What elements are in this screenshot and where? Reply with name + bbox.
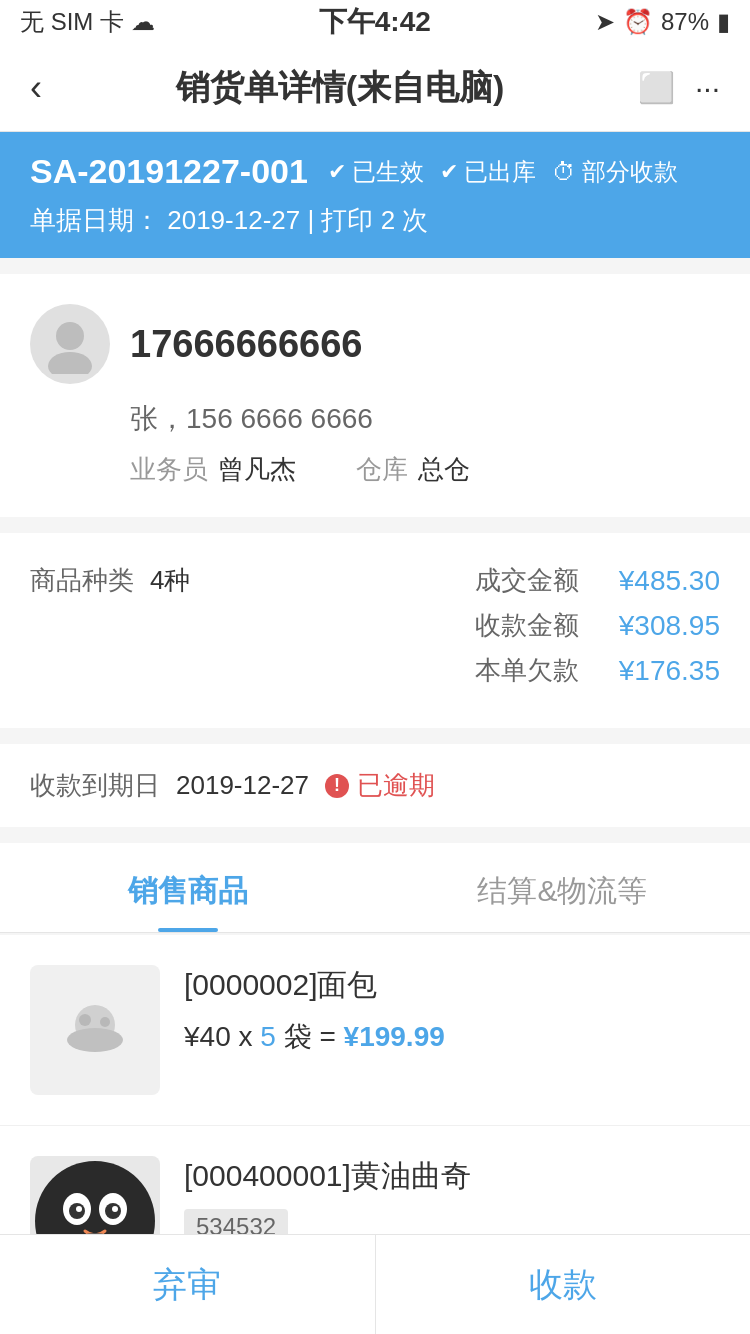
tag-partial-label: 部分收款	[582, 156, 678, 188]
product-price-1: ¥40	[184, 1021, 231, 1052]
check-icon-1: ✔	[328, 159, 346, 185]
due-section: 收款到期日 2019-12-27 ! 已逾期	[0, 744, 750, 827]
tag-effective-label: 已生效	[352, 156, 424, 188]
product-name-2: [000400001]黄油曲奇	[184, 1156, 720, 1197]
stats-section: 商品种类 4种 成交金额 ¥485.30 收款金额 ¥308.95 本单欠款 ¥…	[0, 533, 750, 728]
overdue-badge: ! 已逾期	[325, 768, 435, 803]
location-icon: ➤	[595, 8, 615, 36]
confirm-button[interactable]: 收款	[376, 1235, 751, 1334]
status-time: 下午4:42	[319, 3, 431, 41]
customer-phone: 17666666666	[130, 323, 362, 366]
salesperson-label: 业务员	[130, 452, 208, 487]
product-equals-1: =	[319, 1021, 343, 1052]
warehouse-value: 总仓	[418, 452, 470, 487]
battery-icon: ▮	[717, 8, 730, 36]
category-value: 4种	[150, 563, 190, 598]
customer-name: 张，156 6666 6666	[30, 400, 720, 438]
product-total-1: ¥199.99	[344, 1021, 445, 1052]
stats-left: 商品种类 4种	[30, 563, 190, 606]
product-info-1: [0000002]面包 ¥40 x 5 袋 = ¥199.99	[184, 965, 720, 1056]
customer-meta: 业务员 曾凡杰 仓库 总仓	[30, 452, 720, 487]
svg-point-3	[67, 1028, 123, 1052]
table-row: [0000002]面包 ¥40 x 5 袋 = ¥199.99	[0, 935, 750, 1126]
overdue-label: 已逾期	[357, 768, 435, 803]
svg-point-12	[112, 1206, 118, 1212]
tag-shipped: ✔ 已出库	[440, 156, 536, 188]
cancel-button[interactable]: 弃审	[0, 1235, 376, 1334]
order-date-row: 单据日期： 2019-12-27 | 打印 2 次	[30, 203, 720, 238]
category-label: 商品种类	[30, 563, 134, 598]
category-row: 商品种类 4种	[30, 563, 190, 598]
share-icon[interactable]: ⬜	[638, 70, 675, 105]
bottom-bar: 弃审 收款	[0, 1234, 750, 1334]
product-image-1	[30, 965, 160, 1095]
status-right: ➤ ⏰ 87% ▮	[595, 8, 730, 36]
banner-top-row: SA-20191227-001 ✔ 已生效 ✔ 已出库 ⏱ 部分收款	[30, 152, 720, 191]
overdue-icon: !	[325, 774, 349, 798]
salesperson-item: 业务员 曾凡杰	[130, 452, 296, 487]
order-tags: ✔ 已生效 ✔ 已出库 ⏱ 部分收款	[328, 156, 678, 188]
date-label: 单据日期：	[30, 205, 160, 235]
alarm-icon: ⏰	[623, 8, 653, 36]
owed-label: 本单欠款	[475, 653, 579, 688]
battery-text: 87%	[661, 8, 709, 36]
tag-effective: ✔ 已生效	[328, 156, 424, 188]
check-icon-2: ✔	[440, 159, 458, 185]
print-info: | 打印 2 次	[307, 205, 428, 235]
product-name-1: [0000002]面包	[184, 965, 720, 1006]
header-banner: SA-20191227-001 ✔ 已生效 ✔ 已出库 ⏱ 部分收款 单据日期：…	[0, 132, 750, 258]
tabs-row: 销售商品 结算&物流等	[0, 843, 750, 932]
svg-point-5	[100, 1017, 110, 1027]
warehouse-item: 仓库 总仓	[356, 452, 470, 487]
product-multiply-1: x	[239, 1021, 261, 1052]
avatar	[30, 304, 110, 384]
customer-top: 17666666666	[30, 304, 720, 384]
clock-icon: ⏱	[552, 158, 576, 186]
more-icon[interactable]: ···	[695, 71, 720, 105]
svg-point-4	[79, 1014, 91, 1026]
due-label: 收款到期日	[30, 768, 160, 803]
warehouse-label: 仓库	[356, 452, 408, 487]
tab-products[interactable]: 销售商品	[0, 843, 375, 932]
received-value: ¥308.95	[619, 610, 720, 642]
page-title: 销货单详情(来自电脑)	[176, 65, 505, 111]
owed-value: ¥176.35	[619, 655, 720, 687]
tabs-section: 销售商品 结算&物流等	[0, 843, 750, 933]
tag-partial: ⏱ 部分收款	[552, 156, 678, 188]
order-date: 2019-12-27	[167, 205, 300, 235]
signal-text: 无 SIM 卡 ☁	[20, 6, 155, 38]
product-unit-1: 袋	[284, 1021, 312, 1052]
svg-point-0	[56, 322, 84, 350]
amount-row: 成交金额 ¥485.30	[475, 563, 720, 598]
product-price-row-1: ¥40 x 5 袋 = ¥199.99	[184, 1018, 720, 1056]
due-date: 2019-12-27	[176, 770, 309, 801]
tab-settlement[interactable]: 结算&物流等	[375, 843, 750, 932]
status-left: 无 SIM 卡 ☁	[20, 6, 155, 38]
customer-section: 17666666666 张，156 6666 6666 业务员 曾凡杰 仓库 总…	[0, 274, 750, 517]
nav-bar: ‹ 销货单详情(来自电脑) ⬜ ···	[0, 44, 750, 132]
received-label: 收款金额	[475, 608, 579, 643]
nav-actions: ⬜ ···	[638, 70, 720, 105]
status-bar: 无 SIM 卡 ☁ 下午4:42 ➤ ⏰ 87% ▮	[0, 0, 750, 44]
svg-point-1	[48, 352, 92, 374]
received-row: 收款金额 ¥308.95	[475, 608, 720, 643]
back-button[interactable]: ‹	[30, 67, 42, 109]
product-qty-1: 5	[260, 1021, 276, 1052]
order-id: SA-20191227-001	[30, 152, 308, 191]
tag-shipped-label: 已出库	[464, 156, 536, 188]
salesperson-value: 曾凡杰	[218, 452, 296, 487]
stats-right: 成交金额 ¥485.30 收款金额 ¥308.95 本单欠款 ¥176.35	[475, 563, 720, 698]
svg-point-11	[76, 1206, 82, 1212]
owed-row: 本单欠款 ¥176.35	[475, 653, 720, 688]
amount-label: 成交金额	[475, 563, 579, 598]
amount-value: ¥485.30	[619, 565, 720, 597]
